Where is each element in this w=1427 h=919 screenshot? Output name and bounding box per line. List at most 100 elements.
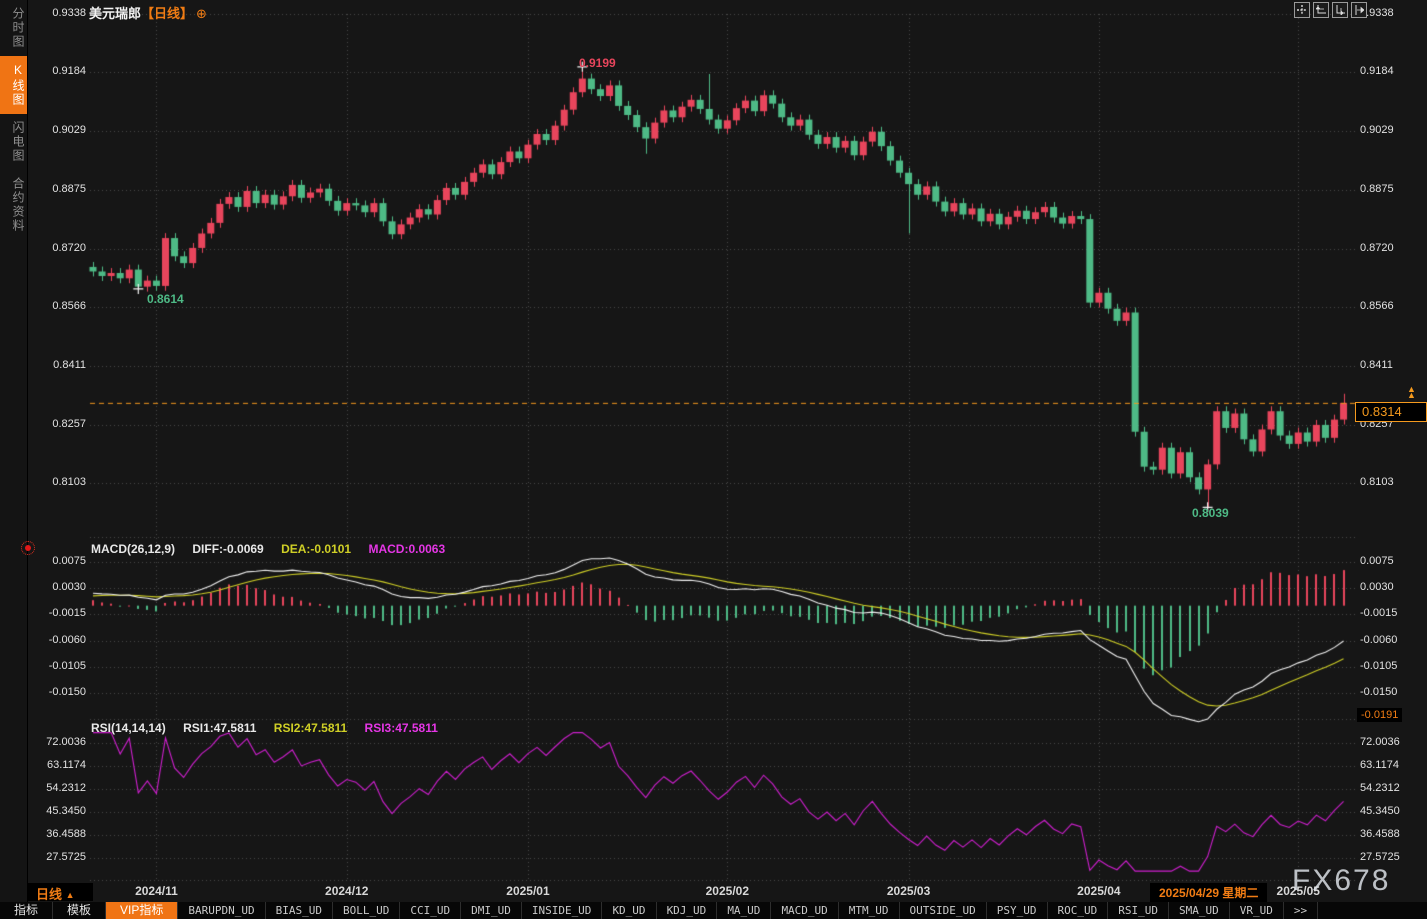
- indicator-tab-RSI_UD[interactable]: RSI_UD: [1108, 902, 1169, 919]
- indicator-tab-VR_UD[interactable]: VR_UD: [1230, 902, 1284, 919]
- macd-axis-label-left: 0.0030: [34, 581, 86, 593]
- macd-axis-label-left: -0.0105: [34, 660, 86, 672]
- indicator-tab-MACD_UD[interactable]: MACD_UD: [771, 902, 838, 919]
- timeline-month-label: 2024/11: [135, 884, 178, 898]
- macd-axis-label-right: -0.0015: [1360, 607, 1397, 619]
- timeline-month-label: 2025/02: [706, 884, 749, 898]
- fx678-watermark: FX678: [1292, 864, 1390, 898]
- rsi-axis-label-right: 36.4588: [1360, 828, 1400, 840]
- rsi2-value: RSI2:47.5811: [274, 721, 347, 735]
- rsi-axis-label-left: 36.4588: [34, 828, 86, 840]
- macd-macd-value: MACD:0.0063: [368, 542, 445, 556]
- price-axis-label-left: 0.8566: [34, 300, 86, 312]
- indicator-tab-KDJ_UD[interactable]: KDJ_UD: [657, 902, 718, 919]
- indicator-tab-CCI_UD[interactable]: CCI_UD: [400, 902, 461, 919]
- rsi-axis-label-right: 27.5725: [1360, 851, 1400, 863]
- price-axis-label-left: 0.8875: [34, 183, 86, 195]
- price-axis-label-left: 0.9184: [34, 65, 86, 77]
- annotation-swing-low-left: 0.8614: [147, 292, 184, 306]
- sidebar-tab-K线图[interactable]: K线图: [0, 56, 27, 114]
- chart-toolbar: [1294, 2, 1367, 18]
- indicator-tab-PSY_UD[interactable]: PSY_UD: [987, 902, 1048, 919]
- indicator-tab-VIP指标[interactable]: VIP指标: [106, 902, 178, 919]
- sidebar-tab-闪电图[interactable]: 闪电图: [0, 114, 27, 170]
- chart-workspace: 美元瑞郎【日线】⊕ MACD(26,12,9) DIFF:-0.0069 DEA…: [0, 0, 1427, 919]
- price-axis-label-right: 0.8566: [1360, 300, 1394, 312]
- sidebar-tab-合约资料[interactable]: 合约资料: [0, 170, 27, 240]
- price-axis-label-left: 0.8103: [34, 476, 86, 488]
- indicator-tab-SMA_UD[interactable]: SMA_UD: [1169, 902, 1230, 919]
- indicator-tab-OUTSIDE_UD[interactable]: OUTSIDE_UD: [900, 902, 987, 919]
- macd-axis-label-right: -0.0060: [1360, 634, 1397, 646]
- rsi-axis-label-right: 63.1174: [1360, 759, 1399, 771]
- price-up-arrows-icon: ▲▲: [1407, 386, 1416, 398]
- indicator-tab->>[interactable]: >>: [1284, 902, 1318, 919]
- pan-right-icon[interactable]: [1351, 2, 1367, 18]
- indicator-tab-BARUPDN_UD[interactable]: BARUPDN_UD: [178, 902, 265, 919]
- rsi1-value: RSI1:47.5811: [183, 721, 256, 735]
- price-axis-label-left: 0.9338: [34, 7, 86, 19]
- macd-diff-value: DIFF:-0.0069: [192, 542, 263, 556]
- indicator-tab-BOLL_UD[interactable]: BOLL_UD: [333, 902, 400, 919]
- rsi-params-label: RSI(14,14,14): [91, 721, 166, 735]
- candlestick-chart-canvas[interactable]: [0, 0, 1427, 919]
- indicator-tab-MTM_UD[interactable]: MTM_UD: [839, 902, 900, 919]
- price-axis-label-left: 0.8411: [34, 359, 86, 371]
- price-axis-label-left: 0.8257: [34, 418, 86, 430]
- indicator-tab-DMI_UD[interactable]: DMI_UD: [461, 902, 522, 919]
- indicator-tab-指标[interactable]: 指标: [0, 902, 53, 919]
- live-indicator-icon: [21, 541, 35, 555]
- chart-title: 美元瑞郎【日线】⊕: [89, 3, 207, 22]
- timeline-month-label: 2025/01: [506, 884, 549, 898]
- macd-axis-label-right: -0.0105: [1360, 660, 1397, 672]
- price-axis-label-right: 0.8411: [1360, 359, 1393, 371]
- macd-axis-label-left: -0.0015: [34, 607, 86, 619]
- sidebar-tab-分时图[interactable]: 分时图: [0, 0, 27, 56]
- indicator-tabbar: 指标模板VIP指标BARUPDN_UDBIAS_UDBOLL_UDCCI_UDD…: [0, 902, 1427, 919]
- indicator-tab-ROC_UD[interactable]: ROC_UD: [1048, 902, 1109, 919]
- indicator-tab-BIAS_UD[interactable]: BIAS_UD: [266, 902, 333, 919]
- macd-current-tag: -0.0191: [1357, 708, 1402, 722]
- indicator-tab-模板[interactable]: 模板: [53, 902, 106, 919]
- timeline-month-label: 2025/04: [1077, 884, 1120, 898]
- indicator-tab-KD_UD[interactable]: KD_UD: [602, 902, 656, 919]
- price-axis-label-right: 0.8103: [1360, 476, 1394, 488]
- price-axis-label-right: 0.8875: [1360, 183, 1394, 195]
- price-axis-label-right: 0.8720: [1360, 242, 1394, 254]
- price-axis-label-left: 0.9029: [34, 124, 86, 136]
- fit-x-axis-icon[interactable]: [1313, 2, 1329, 18]
- crosshair-move-icon[interactable]: [1294, 2, 1310, 18]
- macd-axis-label-right: 0.0075: [1360, 555, 1394, 567]
- rsi-axis-label-right: 54.2312: [1360, 782, 1400, 794]
- instrument-name: 美元瑞郎: [89, 6, 141, 21]
- rsi-axis-label-right: 72.0036: [1360, 736, 1400, 748]
- rsi-axis-label-left: 45.3450: [34, 805, 86, 817]
- chart-type-rail: 分时图K线图闪电图合约资料: [0, 0, 28, 919]
- annotation-swing-low-right: 0.8039: [1192, 506, 1229, 520]
- rsi-axis-label-right: 45.3450: [1360, 805, 1400, 817]
- rsi-axis-label-left: 72.0036: [34, 736, 86, 748]
- price-axis-label-left: 0.8720: [34, 242, 86, 254]
- macd-header: MACD(26,12,9) DIFF:-0.0069 DEA:-0.0101 M…: [91, 542, 459, 556]
- period-arrow-icon: ▲: [66, 890, 75, 900]
- annotation-swing-high: 0.9199: [579, 56, 616, 70]
- rsi-axis-label-left: 54.2312: [34, 782, 86, 794]
- timeline-month-label: 2024/12: [325, 884, 368, 898]
- rsi-axis-label-left: 27.5725: [34, 851, 86, 863]
- macd-axis-label-right: -0.0150: [1360, 686, 1397, 698]
- period-selector[interactable]: 日线 ▲: [36, 884, 75, 903]
- price-axis-label-right: 0.9029: [1360, 124, 1394, 136]
- fit-y-axis-icon[interactable]: [1332, 2, 1348, 18]
- indicator-tab-MA_UD[interactable]: MA_UD: [717, 902, 771, 919]
- circle-plus-icon[interactable]: ⊕: [196, 6, 207, 21]
- price-axis-label-right: 0.9184: [1360, 65, 1394, 77]
- rsi-axis-label-left: 63.1174: [34, 759, 86, 771]
- period-tag: 【日线】: [141, 6, 193, 21]
- indicator-tab-INSIDE_UD[interactable]: INSIDE_UD: [522, 902, 603, 919]
- macd-params-label: MACD(26,12,9): [91, 542, 175, 556]
- macd-axis-label-right: 0.0030: [1360, 581, 1394, 593]
- macd-axis-label-left: 0.0075: [34, 555, 86, 567]
- macd-dea-value: DEA:-0.0101: [281, 542, 351, 556]
- timeline-month-label: 2025/03: [887, 884, 930, 898]
- macd-axis-label-left: -0.0060: [34, 634, 86, 646]
